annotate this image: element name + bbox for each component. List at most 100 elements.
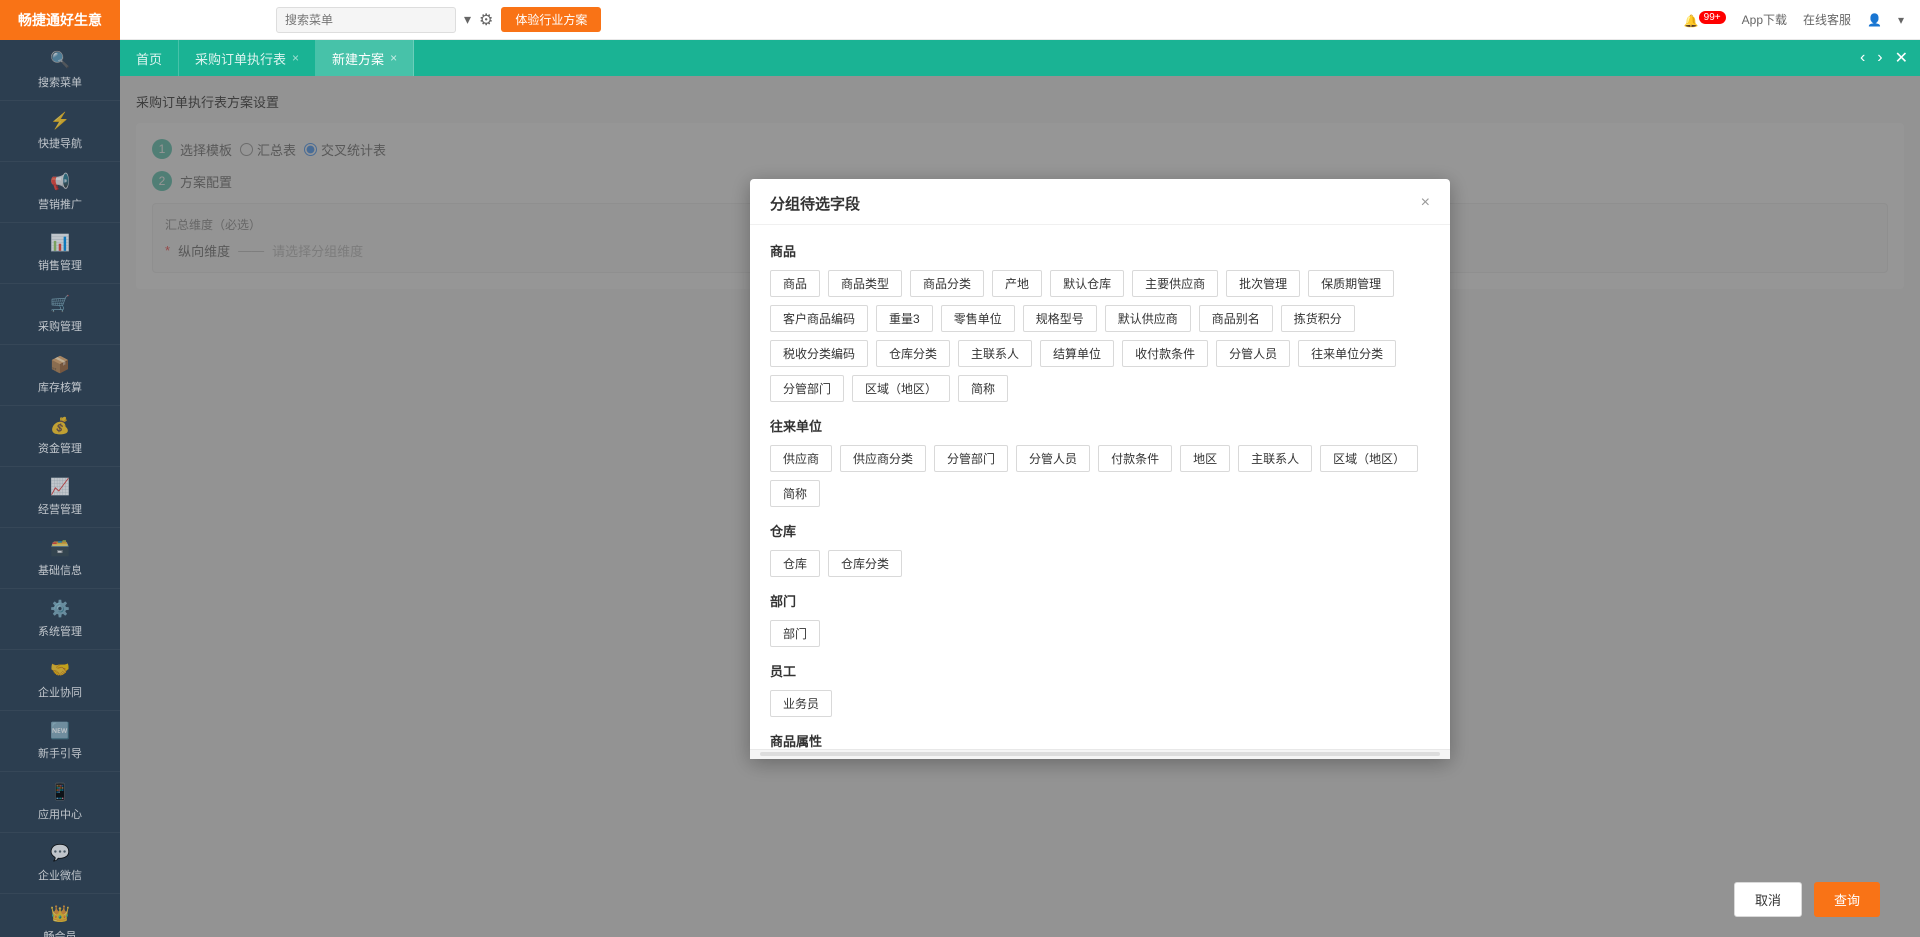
sidebar-label-3: 销售管理	[38, 257, 82, 273]
sidebar-item-14[interactable]: 👑 畅会员	[0, 894, 120, 937]
tag-1-4[interactable]: 付款条件	[1098, 445, 1172, 472]
sidebar-item-6[interactable]: 💰 资金管理	[0, 406, 120, 467]
tag-0-12[interactable]: 默认供应商	[1105, 305, 1191, 332]
tab-close-2[interactable]: ×	[390, 51, 397, 65]
tabnav-right: ‹ › ✕	[1848, 48, 1920, 68]
tag-0-5[interactable]: 主要供应商	[1132, 270, 1218, 297]
sidebar-item-3[interactable]: 📊 销售管理	[0, 223, 120, 284]
tag-0-15[interactable]: 税收分类编码	[770, 340, 868, 367]
tag-0-24[interactable]: 简称	[958, 375, 1008, 402]
tag-0-13[interactable]: 商品别名	[1199, 305, 1273, 332]
topbar-center: ▾ ⚙ 体验行业方案	[276, 7, 1684, 33]
tag-0-22[interactable]: 分管部门	[770, 375, 844, 402]
sidebar-label-2: 营销推广	[38, 196, 82, 212]
sidebar-item-9[interactable]: ⚙️ 系统管理	[0, 589, 120, 650]
notification-area[interactable]: 🔔99+	[1684, 12, 1726, 28]
tab-2[interactable]: 新建方案×	[316, 40, 414, 76]
tag-1-5[interactable]: 地区	[1180, 445, 1230, 472]
sidebar-icon-0: 🔍	[50, 50, 70, 70]
sidebar-item-4[interactable]: 🛒 采购管理	[0, 284, 120, 345]
tag-1-2[interactable]: 分管部门	[934, 445, 1008, 472]
tag-1-7[interactable]: 区域（地区）	[1320, 445, 1418, 472]
dialog-horizontal-scrollbar[interactable]	[750, 749, 1450, 759]
tab-close-all[interactable]: ✕	[1895, 48, 1908, 68]
notification-badge: 99+	[1699, 11, 1726, 24]
tag-4-0[interactable]: 业务员	[770, 690, 832, 717]
sidebar-label-5: 库存核算	[38, 379, 82, 395]
sidebar-icon-12: 📱	[50, 782, 70, 802]
sidebar-icon-10: 🤝	[50, 660, 70, 680]
sidebar-label-10: 企业协同	[38, 684, 82, 700]
tag-1-3[interactable]: 分管人员	[1016, 445, 1090, 472]
tag-1-6[interactable]: 主联系人	[1238, 445, 1312, 472]
tag-0-11[interactable]: 规格型号	[1023, 305, 1097, 332]
section-title-3: 部门	[770, 591, 1430, 610]
sidebar-icon-4: 🛒	[50, 294, 70, 314]
tag-0-3[interactable]: 产地	[992, 270, 1042, 297]
sidebar-icon-13: 💬	[50, 843, 70, 863]
sidebar-label-9: 系统管理	[38, 623, 82, 639]
sidebar-item-12[interactable]: 📱 应用中心	[0, 772, 120, 833]
tab-close-1[interactable]: ×	[292, 51, 299, 65]
sidebar-item-0[interactable]: 🔍 搜索菜单	[0, 40, 120, 101]
tag-0-18[interactable]: 结算单位	[1040, 340, 1114, 367]
tag-0-16[interactable]: 仓库分类	[876, 340, 950, 367]
tab-0[interactable]: 首页	[120, 40, 179, 76]
sidebar-label-4: 采购管理	[38, 318, 82, 334]
sidebar-icon-9: ⚙️	[50, 599, 70, 619]
tag-3-0[interactable]: 部门	[770, 620, 820, 647]
confirm-button[interactable]: 查询	[1814, 882, 1880, 917]
sidebar-icon-1: ⚡	[50, 111, 70, 131]
tag-1-1[interactable]: 供应商分类	[840, 445, 926, 472]
tab-1[interactable]: 采购订单执行表×	[179, 40, 316, 76]
sidebar-label-1: 快捷导航	[38, 135, 82, 151]
user-menu[interactable]: ▾	[1898, 13, 1904, 27]
close-icon[interactable]: ×	[1421, 195, 1430, 211]
user-avatar[interactable]: 👤	[1867, 13, 1882, 27]
tag-0-9[interactable]: 重量3	[876, 305, 933, 332]
dialog-body[interactable]: 商品商品商品类型商品分类产地默认仓库主要供应商批次管理保质期管理客户商品编码重量…	[750, 225, 1450, 749]
cancel-button[interactable]: 取消	[1734, 882, 1802, 917]
online-service-link[interactable]: 在线客服	[1803, 11, 1851, 28]
sidebar-label-8: 基础信息	[38, 562, 82, 578]
tag-0-4[interactable]: 默认仓库	[1050, 270, 1124, 297]
tag-0-7[interactable]: 保质期管理	[1308, 270, 1394, 297]
sidebar-item-13[interactable]: 💬 企业微信	[0, 833, 120, 894]
sidebar-item-11[interactable]: 🆕 新手引导	[0, 711, 120, 772]
tag-0-0[interactable]: 商品	[770, 270, 820, 297]
tag-0-19[interactable]: 收付款条件	[1122, 340, 1208, 367]
tag-2-1[interactable]: 仓库分类	[828, 550, 902, 577]
sidebar-item-7[interactable]: 📈 经营管理	[0, 467, 120, 528]
sidebar-icon-3: 📊	[50, 233, 70, 253]
tag-0-20[interactable]: 分管人员	[1216, 340, 1290, 367]
tab-nav-prev[interactable]: ‹	[1860, 49, 1865, 67]
tab-navigation: 首页采购订单执行表×新建方案× ‹ › ✕	[120, 40, 1920, 76]
tag-1-8[interactable]: 简称	[770, 480, 820, 507]
sidebar-item-1[interactable]: ⚡ 快捷导航	[0, 101, 120, 162]
dialog-header: 分组待选字段 ×	[750, 179, 1450, 225]
tab-nav-next[interactable]: ›	[1877, 49, 1882, 67]
tag-0-10[interactable]: 零售单位	[941, 305, 1015, 332]
trial-button[interactable]: 体验行业方案	[501, 7, 601, 32]
logo[interactable]: 畅捷通好生意	[0, 0, 120, 40]
sidebar-item-5[interactable]: 📦 库存核算	[0, 345, 120, 406]
tag-0-8[interactable]: 客户商品编码	[770, 305, 868, 332]
tag-0-17[interactable]: 主联系人	[958, 340, 1032, 367]
search-input[interactable]	[276, 7, 456, 33]
app-download-link[interactable]: App下载	[1742, 11, 1787, 28]
sidebar-item-8[interactable]: 🗃️ 基础信息	[0, 528, 120, 589]
sidebar-item-2[interactable]: 📢 营销推广	[0, 162, 120, 223]
tag-1-0[interactable]: 供应商	[770, 445, 832, 472]
tag-2-0[interactable]: 仓库	[770, 550, 820, 577]
sidebar-icon-7: 📈	[50, 477, 70, 497]
sidebar-label-14: 畅会员	[44, 928, 77, 937]
tag-0-23[interactable]: 区域（地区）	[852, 375, 950, 402]
sidebar-item-10[interactable]: 🤝 企业协同	[0, 650, 120, 711]
section-title-1: 往来单位	[770, 416, 1430, 435]
tag-0-14[interactable]: 拣货积分	[1281, 305, 1355, 332]
tag-0-6[interactable]: 批次管理	[1226, 270, 1300, 297]
tag-0-21[interactable]: 往来单位分类	[1298, 340, 1396, 367]
dialog-title: 分组待选字段	[770, 193, 860, 214]
tag-0-2[interactable]: 商品分类	[910, 270, 984, 297]
tag-0-1[interactable]: 商品类型	[828, 270, 902, 297]
